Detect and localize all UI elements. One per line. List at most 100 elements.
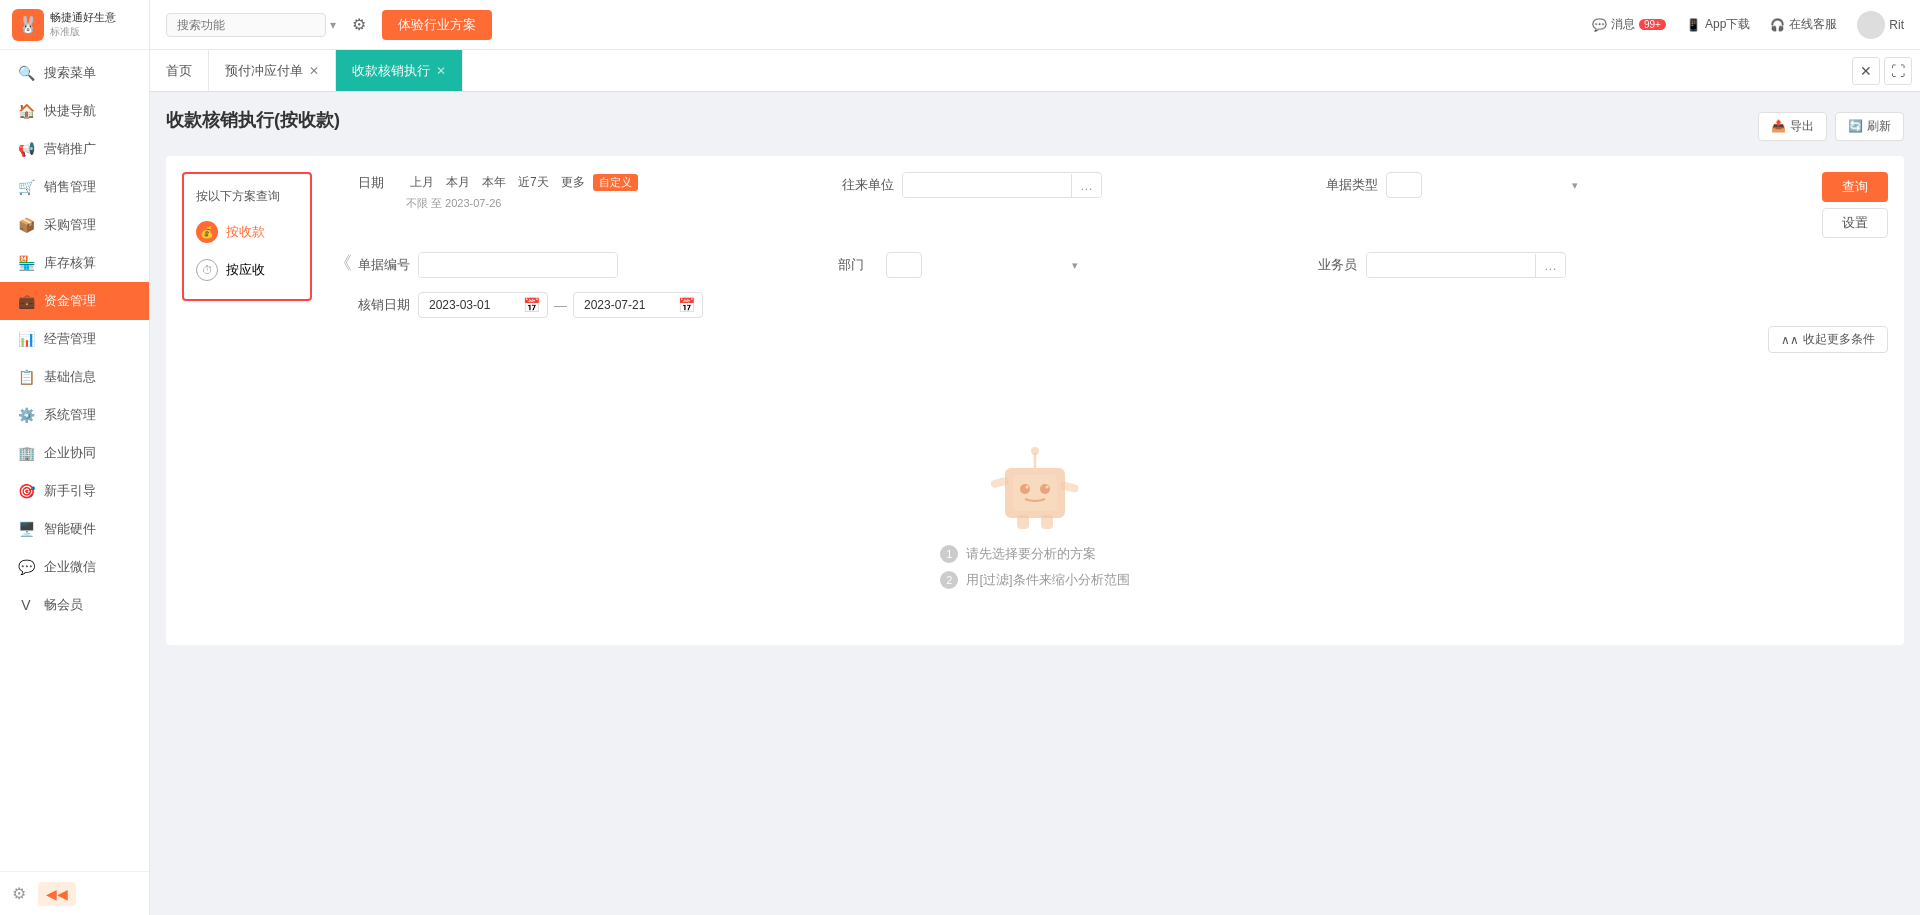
panel-collapse-arrow[interactable]: 《: [328, 172, 358, 353]
tab-prepay[interactable]: 预付冲应付单 ✕: [209, 50, 336, 91]
refresh-label: 刷新: [1867, 118, 1891, 135]
industry-plan-button[interactable]: 体验行业方案: [382, 10, 492, 40]
search-chevron-icon[interactable]: ▾: [330, 18, 336, 32]
filter-option-by-receivable[interactable]: ⏱ 按应收: [184, 251, 310, 289]
sidebar-item-quicknav[interactable]: 🏠 快捷导航: [0, 92, 149, 130]
docno-input[interactable]: [419, 253, 617, 277]
date-last-month[interactable]: 上月: [406, 172, 438, 193]
sidebar-item-finance[interactable]: 💼 资金管理: [0, 282, 149, 320]
sidebar-item-sales[interactable]: 🛒 销售管理: [0, 168, 149, 206]
sidebar-item-search[interactable]: 🔍 搜索菜单: [0, 54, 149, 92]
main-content-card: 按以下方案查询 💰 按收款 ⏱ 按应收 《: [166, 156, 1904, 645]
date-this-month[interactable]: 本月: [442, 172, 474, 193]
date-row: 日期 上月 本月 本年 近7天 更多 自定义: [358, 172, 842, 193]
dept-select[interactable]: [886, 252, 922, 278]
employee-input[interactable]: [1367, 253, 1535, 277]
topbar-gear-icon[interactable]: ⚙: [352, 15, 366, 34]
form-settings-button[interactable]: 设置: [1822, 208, 1888, 238]
home-icon: 🏠: [16, 103, 36, 119]
tab-collection[interactable]: 收款核销执行 ✕: [336, 50, 463, 91]
sidebar-item-enterprise[interactable]: 🏢 企业协同: [0, 434, 149, 472]
sidebar-item-marketing[interactable]: 📢 营销推广: [0, 130, 149, 168]
page-title: 收款核销执行(按收款): [166, 108, 340, 132]
date-range-separator: —: [554, 298, 567, 313]
wechat-icon: 💬: [16, 559, 36, 575]
sidebar-item-inventory-label: 库存核算: [44, 254, 96, 272]
filter-option-receivable-label: 按应收: [226, 261, 265, 279]
tab-prepay-close-icon[interactable]: ✕: [309, 64, 319, 78]
sidebar-item-wechat-label: 企业微信: [44, 558, 96, 576]
tab-expand-button[interactable]: ⛶: [1884, 57, 1912, 85]
employee-group: 业务员 …: [1318, 252, 1798, 278]
tab-collection-close-icon[interactable]: ✕: [436, 64, 446, 78]
partner-input[interactable]: [903, 173, 1071, 197]
tab-collection-label: 收款核销执行: [352, 62, 430, 80]
empty-step-2: 2 用[过滤]条件来缩小分析范围: [940, 571, 1129, 589]
tab-home[interactable]: 首页: [150, 50, 209, 91]
doctype-select-wrapper: [1386, 172, 1586, 198]
sidebar-nav: 🔍 搜索菜单 🏠 快捷导航 📢 营销推广 🛒 销售管理 📦 采购管理 🏪 库存核…: [0, 50, 149, 871]
sales-icon: 🛒: [16, 179, 36, 195]
user-avatar: [1857, 11, 1885, 39]
page-header: 收款核销执行(按收款) 📤 导出 🔄 刷新: [166, 108, 1904, 144]
settings-icon[interactable]: ⚙: [8, 880, 30, 907]
doctype-select[interactable]: [1386, 172, 1422, 198]
collapse-conditions-button[interactable]: ∧∧ 收起更多条件: [1768, 326, 1888, 353]
inner-content: 收款核销执行(按收款) 📤 导出 🔄 刷新: [150, 92, 1920, 661]
sidebar-item-member[interactable]: V 畅会员: [0, 586, 149, 624]
sidebar-item-operation-label: 经营管理: [44, 330, 96, 348]
sidebar-item-guide-label: 新手引导: [44, 482, 96, 500]
filter-option-collection-label: 按收款: [226, 223, 265, 241]
svg-rect-1: [1013, 475, 1057, 511]
panel-chevron-icon[interactable]: 《: [334, 251, 352, 275]
dept-select-wrapper: [886, 252, 1086, 278]
refresh-button[interactable]: 🔄 刷新: [1835, 112, 1904, 141]
sidebar-item-hardware[interactable]: 🖥️ 智能硬件: [0, 510, 149, 548]
app-download-button[interactable]: 📱 App下载: [1686, 16, 1750, 33]
user-info[interactable]: Rit: [1857, 11, 1904, 39]
svg-point-2: [1020, 484, 1030, 494]
tab-close-window-button[interactable]: ✕: [1852, 57, 1880, 85]
date-custom-badge[interactable]: 自定义: [593, 174, 638, 191]
main-area: ▾ ⚙ 体验行业方案 💬 消息 99+ 📱 App下载 🎧 在线客服 Rit: [150, 0, 1920, 915]
step-1-num: 1: [940, 545, 958, 563]
empty-illustration: [975, 433, 1095, 533]
step-2-num: 2: [940, 571, 958, 589]
sidebar-collapse-button[interactable]: ◀◀: [38, 882, 76, 906]
query-actions: 查询 设置: [1822, 172, 1888, 238]
message-button[interactable]: 💬 消息 99+: [1592, 16, 1666, 33]
sidebar-item-operation[interactable]: 📊 经营管理: [0, 320, 149, 358]
search-icon: 🔍: [16, 65, 36, 81]
date-this-year[interactable]: 本年: [478, 172, 510, 193]
filter-option-by-collection[interactable]: 💰 按收款: [184, 213, 310, 251]
date-label: 日期: [358, 174, 398, 192]
date-more[interactable]: 更多: [557, 172, 589, 193]
sidebar-item-guide[interactable]: 🎯 新手引导: [0, 472, 149, 510]
purchase-icon: 📦: [16, 217, 36, 233]
export-button[interactable]: 📤 导出: [1758, 112, 1827, 141]
app-version: 标准版: [50, 25, 116, 39]
message-icon: 💬: [1592, 18, 1607, 32]
sidebar-item-system[interactable]: ⚙️ 系统管理: [0, 396, 149, 434]
sidebar-item-inventory[interactable]: 🏪 库存核算: [0, 244, 149, 282]
docno-label: 单据编号: [358, 256, 410, 274]
online-service-label: 在线客服: [1789, 16, 1837, 33]
svg-point-3: [1040, 484, 1050, 494]
sidebar-item-basic[interactable]: 📋 基础信息: [0, 358, 149, 396]
query-button[interactable]: 查询: [1822, 172, 1888, 202]
verify-start-calendar-icon[interactable]: 📅: [523, 297, 540, 313]
sidebar-item-wechat[interactable]: 💬 企业微信: [0, 548, 149, 586]
search-input[interactable]: [166, 13, 326, 37]
left-panel-wrapper: 按以下方案查询 💰 按收款 ⏱ 按应收 《: [182, 172, 358, 353]
verify-end-calendar-icon[interactable]: 📅: [678, 297, 695, 313]
sidebar-item-purchase[interactable]: 📦 采购管理: [0, 206, 149, 244]
service-icon: 🎧: [1770, 18, 1785, 32]
partner-more-icon[interactable]: …: [1071, 174, 1101, 197]
filter-layout: 按以下方案查询 💰 按收款 ⏱ 按应收 《: [182, 172, 1888, 353]
dept-group: 部门: [838, 252, 1318, 278]
enterprise-icon: 🏢: [16, 445, 36, 461]
online-service-button[interactable]: 🎧 在线客服: [1770, 16, 1837, 33]
employee-more-icon[interactable]: …: [1535, 254, 1565, 277]
date-7days[interactable]: 近7天: [514, 172, 553, 193]
system-icon: ⚙️: [16, 407, 36, 423]
